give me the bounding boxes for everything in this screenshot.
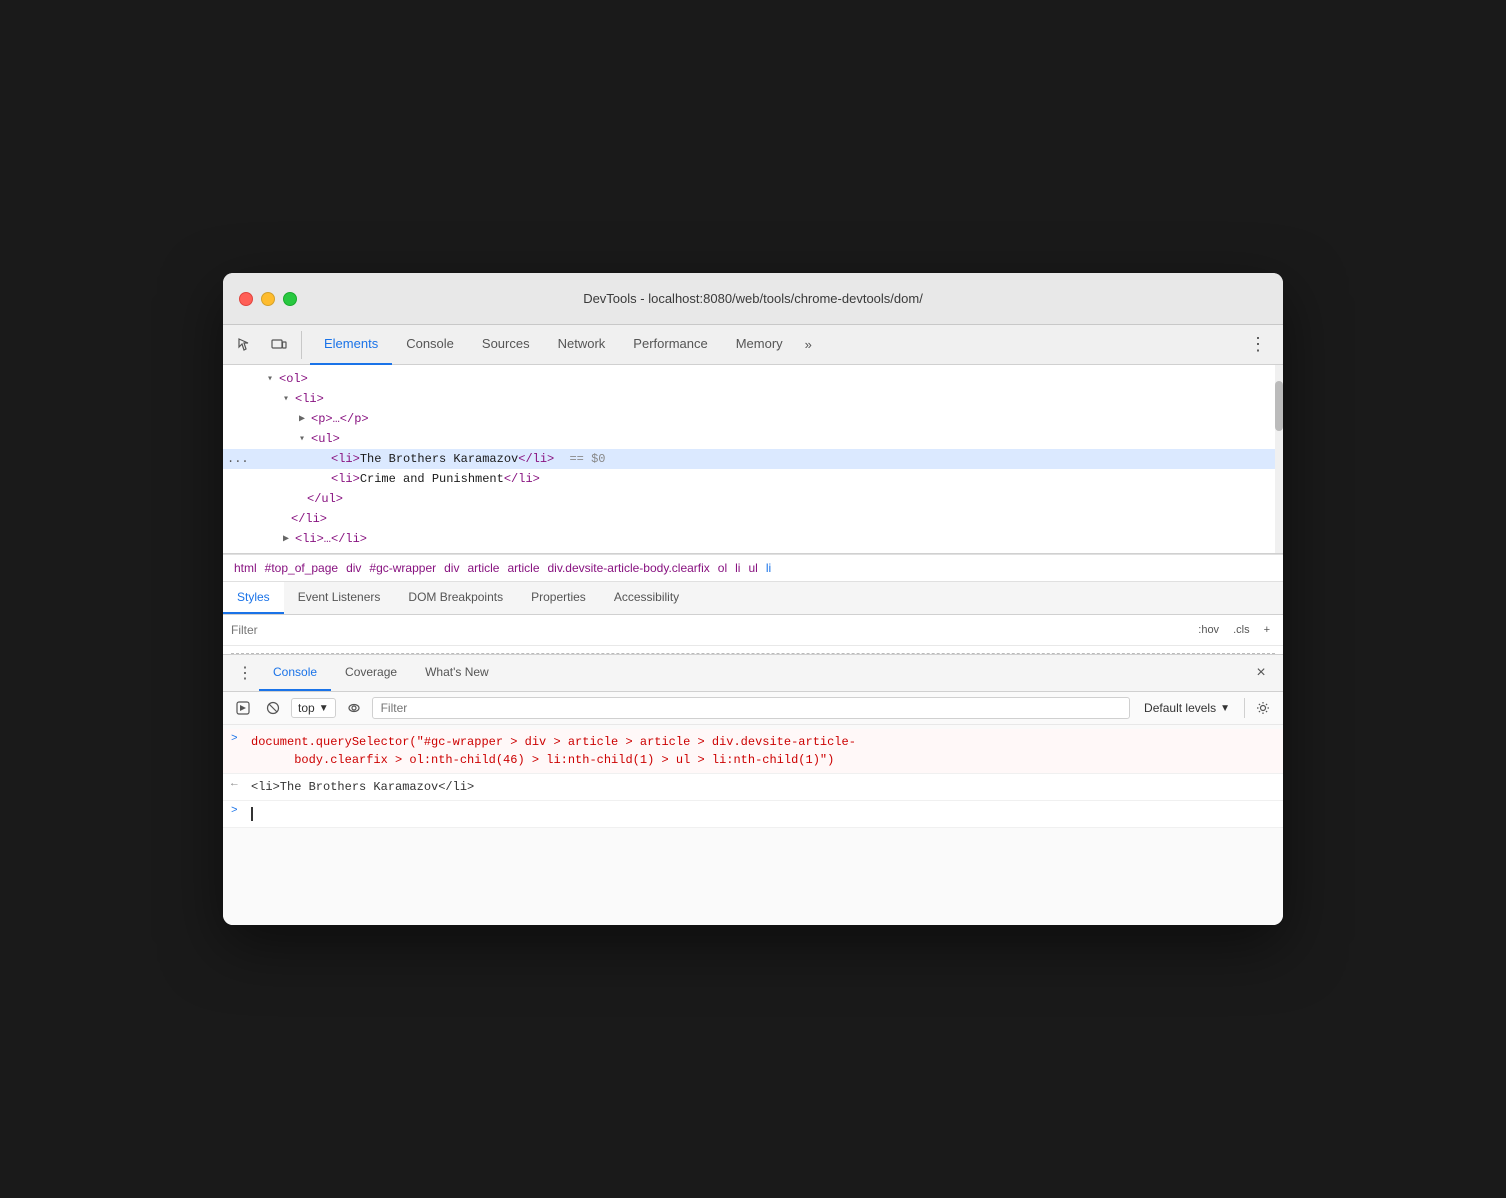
close-button[interactable] [239, 292, 253, 306]
tab-console[interactable]: Console [392, 325, 468, 365]
styles-filter-input[interactable] [231, 623, 1185, 637]
dom-line[interactable]: ▾ <li> [223, 389, 1283, 409]
dom-line[interactable]: </ul> [223, 489, 1283, 509]
console-entry-prompt[interactable]: > [223, 801, 1283, 828]
minimize-button[interactable] [261, 292, 275, 306]
breadcrumb-bar: html #top_of_page div #gc-wrapper div ar… [223, 554, 1283, 582]
breadcrumb-ol[interactable]: ol [715, 561, 730, 575]
prompt-arrow: > [231, 805, 247, 817]
breadcrumb-li1[interactable]: li [732, 561, 743, 575]
toolbar-divider [1244, 698, 1245, 718]
scrollbar-track[interactable] [1275, 365, 1283, 553]
eye-filter-button[interactable] [342, 696, 366, 720]
drawer-tab-console[interactable]: Console [259, 655, 331, 691]
dom-line[interactable]: ▶ <p>…</p> [223, 409, 1283, 429]
text-cursor [251, 807, 253, 821]
filter-buttons: :hov .cls + [1193, 621, 1275, 639]
breadcrumb-top-of-page[interactable]: #top_of_page [262, 561, 341, 575]
console-content: > document.querySelector("#gc-wrapper > … [223, 725, 1283, 925]
console-toolbar: top ▼ Default levels ▼ [223, 692, 1283, 725]
traffic-lights [239, 292, 297, 306]
window-title: DevTools - localhost:8080/web/tools/chro… [583, 291, 923, 306]
breadcrumb-html[interactable]: html [231, 561, 260, 575]
more-tabs-button[interactable]: » [801, 333, 816, 356]
title-bar: DevTools - localhost:8080/web/tools/chro… [223, 273, 1283, 325]
tab-sources[interactable]: Sources [468, 325, 544, 365]
tab-styles[interactable]: Styles [223, 582, 284, 614]
dom-tree-panel: ▾ <ol> ▾ <li> ▶ <p>…</p> ▾ <ul> ... [223, 365, 1283, 554]
dom-line[interactable]: </li> [223, 509, 1283, 529]
tab-event-listeners[interactable]: Event Listeners [284, 582, 395, 614]
console-filter-input[interactable] [372, 697, 1130, 719]
device-toggle-icon[interactable] [265, 331, 293, 359]
drawer-close-button[interactable]: × [1247, 659, 1275, 687]
tab-elements[interactable]: Elements [310, 325, 392, 365]
breadcrumb-article1[interactable]: article [464, 561, 502, 575]
drawer-tab-whats-new[interactable]: What's New [411, 655, 503, 691]
add-style-button[interactable]: + [1259, 621, 1275, 639]
drawer-tab-bar: ⋮ Console Coverage What's New × [223, 655, 1283, 692]
tab-performance[interactable]: Performance [619, 325, 721, 365]
console-input-cursor[interactable] [251, 805, 1275, 823]
maximize-button[interactable] [283, 292, 297, 306]
inspect-element-icon[interactable] [231, 331, 259, 359]
block-button[interactable] [261, 696, 285, 720]
tab-accessibility[interactable]: Accessibility [600, 582, 693, 614]
bottom-drawer: ⋮ Console Coverage What's New × [223, 654, 1283, 925]
breadcrumb-ul[interactable]: ul [745, 561, 760, 575]
breadcrumb-devsite-div[interactable]: div.devsite-article-body.clearfix [545, 561, 713, 575]
dashed-separator [231, 646, 1275, 654]
tab-properties[interactable]: Properties [517, 582, 600, 614]
breadcrumb-div1[interactable]: div [343, 561, 364, 575]
breadcrumb-article2[interactable]: article [504, 561, 542, 575]
styles-panel: Styles Event Listeners DOM Breakpoints P… [223, 582, 1283, 654]
tab-memory[interactable]: Memory [722, 325, 797, 365]
tab-bar: Elements Console Sources Network Perform… [223, 325, 1283, 365]
expand-arrow[interactable]: ▾ [267, 373, 279, 385]
console-command-text: document.querySelector("#gc-wrapper > di… [251, 733, 1275, 769]
dom-tree: ▾ <ol> ▾ <li> ▶ <p>…</p> ▾ <ul> ... [223, 365, 1283, 553]
dom-line-selected[interactable]: ... <li>The Brothers Karamazov</li> == $… [223, 449, 1283, 469]
styles-filter-bar: :hov .cls + [223, 615, 1283, 646]
devtools-menu-button[interactable]: ⋮ [1241, 330, 1275, 359]
drawer-more-button[interactable]: ⋮ [231, 655, 259, 691]
breadcrumb-li2[interactable]: li [763, 561, 774, 575]
ellipsis-marker[interactable]: ... [223, 452, 253, 466]
expand-arrow[interactable]: ▾ [299, 433, 311, 445]
execute-script-button[interactable] [231, 696, 255, 720]
toolbar-icons [231, 331, 302, 359]
dom-line[interactable]: ▾ <ul> [223, 429, 1283, 449]
dom-line[interactable]: <li>Crime and Punishment</li> [223, 469, 1283, 489]
log-levels-button[interactable]: Default levels ▼ [1136, 698, 1238, 718]
expand-arrow[interactable]: ▶ [283, 533, 295, 545]
expand-arrow[interactable]: ▶ [299, 413, 311, 425]
dom-line[interactable]: ▶ <li>…</li> [223, 529, 1283, 549]
hov-filter-button[interactable]: :hov [1193, 621, 1224, 639]
console-result-text: <li>The Brothers Karamazov</li> [251, 778, 1275, 796]
dom-line[interactable]: ▾ <ol> [223, 369, 1283, 389]
drawer-tab-coverage[interactable]: Coverage [331, 655, 411, 691]
context-selector[interactable]: top ▼ [291, 698, 336, 718]
cls-filter-button[interactable]: .cls [1228, 621, 1255, 639]
expand-arrow[interactable]: ▾ [283, 393, 295, 405]
styles-tab-bar: Styles Event Listeners DOM Breakpoints P… [223, 582, 1283, 615]
tab-network[interactable]: Network [544, 325, 620, 365]
input-arrow: > [231, 733, 247, 745]
devtools-window: DevTools - localhost:8080/web/tools/chro… [223, 273, 1283, 925]
console-settings-button[interactable] [1251, 696, 1275, 720]
console-entry-output: ← <li>The Brothers Karamazov</li> [223, 774, 1283, 801]
scrollbar-thumb[interactable] [1275, 381, 1283, 431]
console-entry-input: > document.querySelector("#gc-wrapper > … [223, 729, 1283, 774]
breadcrumb-gc-wrapper[interactable]: #gc-wrapper [366, 561, 439, 575]
breadcrumb-div2[interactable]: div [441, 561, 462, 575]
output-arrow: ← [231, 778, 247, 790]
tab-dom-breakpoints[interactable]: DOM Breakpoints [394, 582, 517, 614]
